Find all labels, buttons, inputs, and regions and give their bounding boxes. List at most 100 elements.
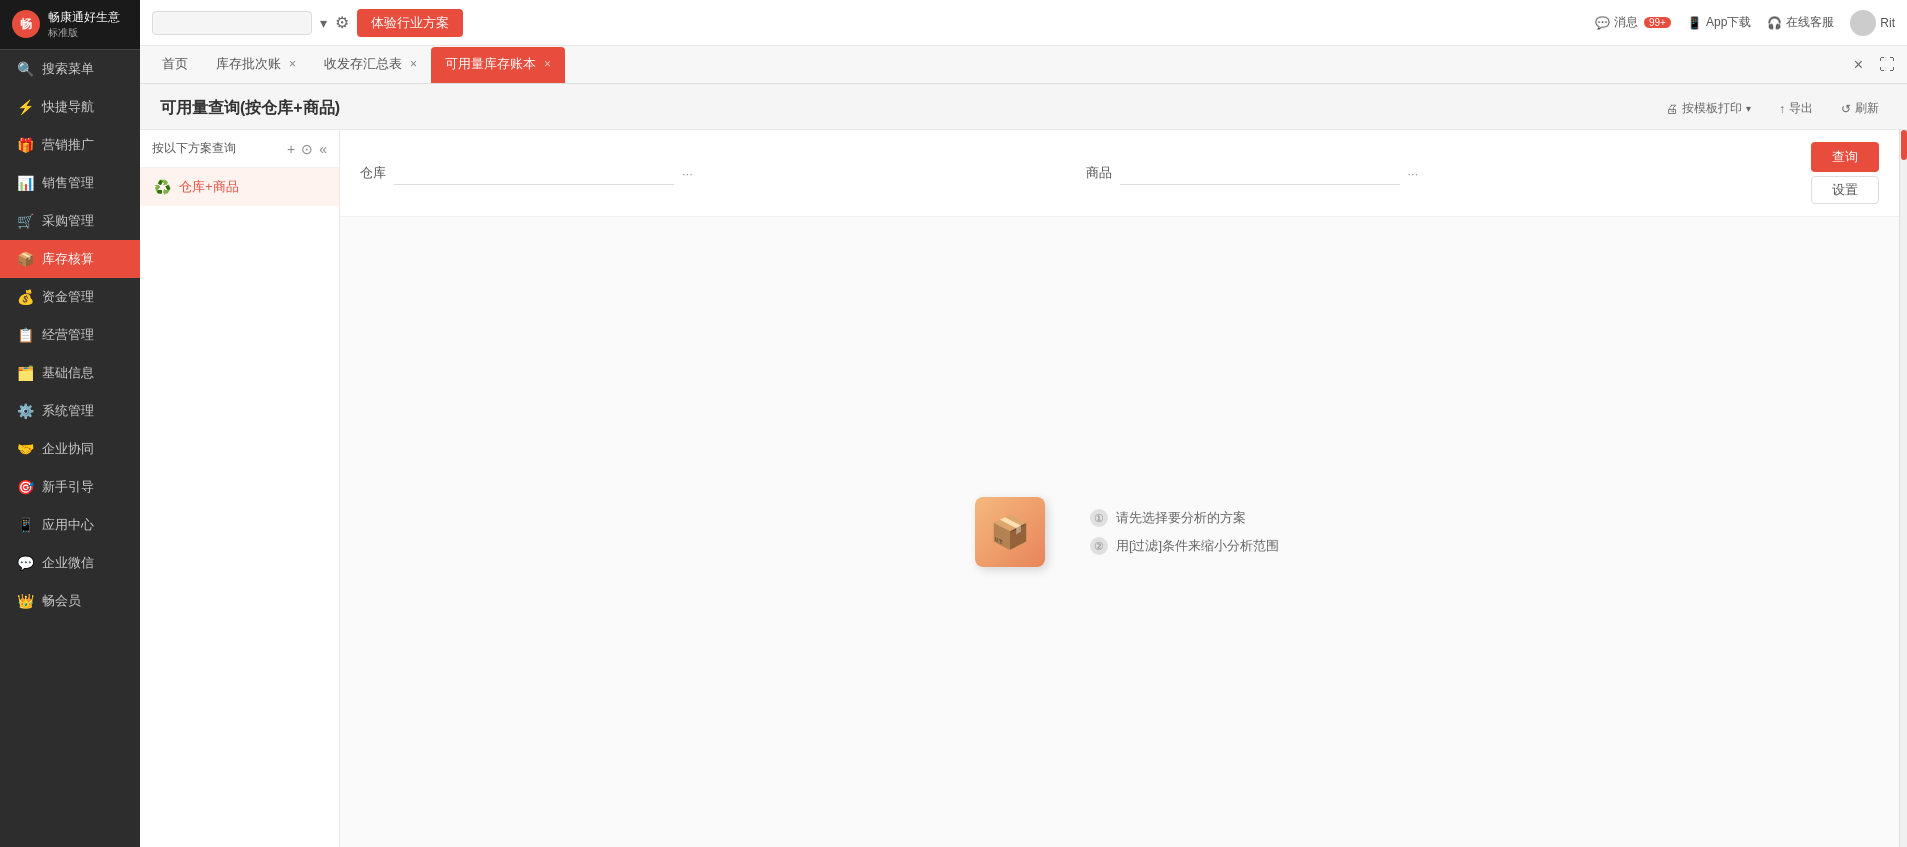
sidebar-item-cooperation[interactable]: 🤝 企业协同	[0, 430, 140, 468]
content-area: 按以下方案查询 + ⊙ « ♻️ 仓库+商品	[140, 130, 1907, 847]
topbar-message[interactable]: 💬 消息 99+	[1595, 14, 1671, 31]
sidebar-item-inventory[interactable]: 📦 库存核算	[0, 240, 140, 278]
topbar-right: 💬 消息 99+ 📱 App下载 🎧 在线客服 Rit	[1595, 10, 1895, 36]
empty-state: ① 请先选择要分析的方案 ② 用[过滤]条件来缩小分析范围	[340, 217, 1899, 847]
empty-step-1: ① 请先选择要分析的方案	[1090, 509, 1279, 527]
export-btn[interactable]: ↑ 导出	[1771, 96, 1821, 121]
cart-icon: 🛒	[16, 213, 34, 229]
sidebar-item-basic[interactable]: 🗂️ 基础信息	[0, 354, 140, 392]
left-panel-header: 按以下方案查询 + ⊙ «	[140, 130, 339, 168]
target-icon: 🎯	[16, 479, 34, 495]
print-btn[interactable]: 🖨 按模板打印 ▾	[1658, 96, 1759, 121]
topbar-online-service[interactable]: 🎧 在线客服	[1767, 14, 1834, 31]
sidebar-item-appcenter[interactable]: 📱 应用中心	[0, 506, 140, 544]
sidebar-header: 畅 畅康通好生意 标准版	[0, 0, 140, 50]
sidebar-item-finance[interactable]: 💰 资金管理	[0, 278, 140, 316]
brand-sub: 标准版	[48, 26, 120, 39]
product-filter-label: 商品	[1086, 164, 1112, 182]
product-more-btn[interactable]: ···	[1408, 166, 1419, 181]
tab-summary-close[interactable]: ×	[410, 57, 417, 71]
topbar-gear-btn[interactable]: ⚙	[335, 13, 349, 32]
lightning-icon: ⚡	[16, 99, 34, 115]
box-icon: 📦	[16, 251, 34, 267]
sidebar-item-sales[interactable]: 📊 销售管理	[0, 164, 140, 202]
sidebar-item-system[interactable]: ⚙️ 系统管理	[0, 392, 140, 430]
sidebar-item-wechat[interactable]: 💬 企业微信	[0, 544, 140, 582]
scheme-warehouse-product[interactable]: ♻️ 仓库+商品	[140, 168, 339, 206]
tab-available-close[interactable]: ×	[544, 57, 551, 71]
empty-step-2: ② 用[过滤]条件来缩小分析范围	[1090, 537, 1279, 555]
step-1-text: 请先选择要分析的方案	[1116, 509, 1246, 527]
product-filter-group: 商品 ···	[1086, 161, 1796, 185]
left-panel-header-actions: + ⊙ «	[287, 141, 327, 157]
topbar-user[interactable]: Rit	[1850, 10, 1895, 36]
sidebar-item-operations[interactable]: 📋 经营管理	[0, 316, 140, 354]
warehouse-more-btn[interactable]: ···	[682, 166, 693, 181]
recycle-icon: ♻️	[154, 179, 171, 195]
empty-box-icon	[975, 497, 1045, 567]
sidebar-item-member[interactable]: 👑 畅会员	[0, 582, 140, 620]
filter-actions: 查询 设置	[1811, 142, 1879, 204]
scheme-settings-btn[interactable]: ⊙	[301, 141, 313, 157]
chevron-down-icon: ▾	[1746, 103, 1751, 114]
sidebar-scroll: 🔍 搜索菜单 ⚡ 快捷导航 🎁 营销推广 📊 销售管理 🛒 采购管理 📦 库存核…	[0, 50, 140, 847]
expand-window-btn[interactable]: ⛶	[1875, 52, 1899, 78]
collapse-icon: «	[319, 141, 327, 157]
headset-icon: 🎧	[1767, 16, 1782, 30]
scroll-thumb[interactable]	[1901, 130, 1907, 160]
tab-summary[interactable]: 收发存汇总表 ×	[310, 47, 431, 83]
folder-icon: 🗂️	[16, 365, 34, 381]
step-2-text: 用[过滤]条件来缩小分析范围	[1116, 537, 1279, 555]
warehouse-filter-input[interactable]	[394, 161, 674, 185]
handshake-icon: 🤝	[16, 441, 34, 457]
tab-batch-close[interactable]: ×	[289, 57, 296, 71]
warehouse-filter-group: 仓库 ···	[360, 161, 1070, 185]
print-icon: 🖨	[1666, 102, 1678, 116]
tab-batch[interactable]: 库存批次账 ×	[202, 47, 310, 83]
sidebar-item-guide[interactable]: 🎯 新手引导	[0, 468, 140, 506]
sidebar-item-shortcut[interactable]: ⚡ 快捷导航	[0, 88, 140, 126]
filter-settings-button[interactable]: 设置	[1811, 176, 1879, 204]
sidebar-item-search[interactable]: 🔍 搜索菜单	[0, 50, 140, 88]
tabs-right-actions: × ⛶	[1850, 52, 1899, 78]
topbar-app-download[interactable]: 📱 App下载	[1687, 14, 1751, 31]
filter-row: 仓库 ··· 商品 ··· 查询 设置	[340, 130, 1899, 217]
product-filter-input[interactable]	[1120, 161, 1400, 185]
industry-btn[interactable]: 体验行业方案	[357, 9, 463, 37]
tab-home[interactable]: 首页	[148, 47, 202, 83]
collapse-panel-btn[interactable]: «	[319, 141, 327, 157]
empty-illustration	[960, 482, 1060, 582]
close-window-btn[interactable]: ×	[1850, 52, 1867, 78]
message-icon: 💬	[1595, 16, 1610, 30]
page-title: 可用量查询(按仓库+商品)	[160, 98, 340, 119]
step-1-number: ①	[1090, 509, 1108, 527]
sidebar-logo: 畅	[12, 10, 40, 38]
left-panel: 按以下方案查询 + ⊙ « ♻️ 仓库+商品	[140, 130, 340, 847]
query-button[interactable]: 查询	[1811, 142, 1879, 172]
message-badge: 99+	[1644, 17, 1671, 28]
right-edge-scrollbar[interactable]	[1899, 130, 1907, 847]
gift-icon: 🎁	[16, 137, 34, 153]
warehouse-filter-label: 仓库	[360, 164, 386, 182]
brand-title: 畅康通好生意	[48, 10, 120, 26]
search-icon: 🔍	[16, 61, 34, 77]
crown-icon: 👑	[16, 593, 34, 609]
refresh-btn[interactable]: ↺ 刷新	[1833, 96, 1887, 121]
page-header: 可用量查询(按仓库+商品) 🖨 按模板打印 ▾ ↑ 导出 ↺ 刷新	[140, 84, 1907, 130]
sidebar-item-purchase[interactable]: 🛒 采购管理	[0, 202, 140, 240]
mobile-icon: 📱	[16, 517, 34, 533]
page-header-actions: 🖨 按模板打印 ▾ ↑ 导出 ↺ 刷新	[1658, 96, 1887, 121]
chat-icon: 💬	[16, 555, 34, 571]
refresh-icon: ↺	[1841, 102, 1851, 116]
settings-circle-icon: ⊙	[301, 141, 313, 157]
topbar-dropdown-btn[interactable]: ▾	[320, 15, 327, 31]
tabs-bar: 首页 库存批次账 × 收发存汇总表 × 可用量库存账本 × × ⛶	[140, 46, 1907, 84]
search-input[interactable]	[152, 11, 312, 35]
sidebar-item-marketing[interactable]: 🎁 营销推广	[0, 126, 140, 164]
money-icon: 💰	[16, 289, 34, 305]
empty-text: ① 请先选择要分析的方案 ② 用[过滤]条件来缩小分析范围	[1090, 509, 1279, 555]
chart-icon: 📊	[16, 175, 34, 191]
sidebar-brand-text: 畅康通好生意 标准版	[48, 10, 120, 39]
tab-available[interactable]: 可用量库存账本 ×	[431, 47, 565, 83]
add-scheme-btn[interactable]: +	[287, 141, 295, 157]
